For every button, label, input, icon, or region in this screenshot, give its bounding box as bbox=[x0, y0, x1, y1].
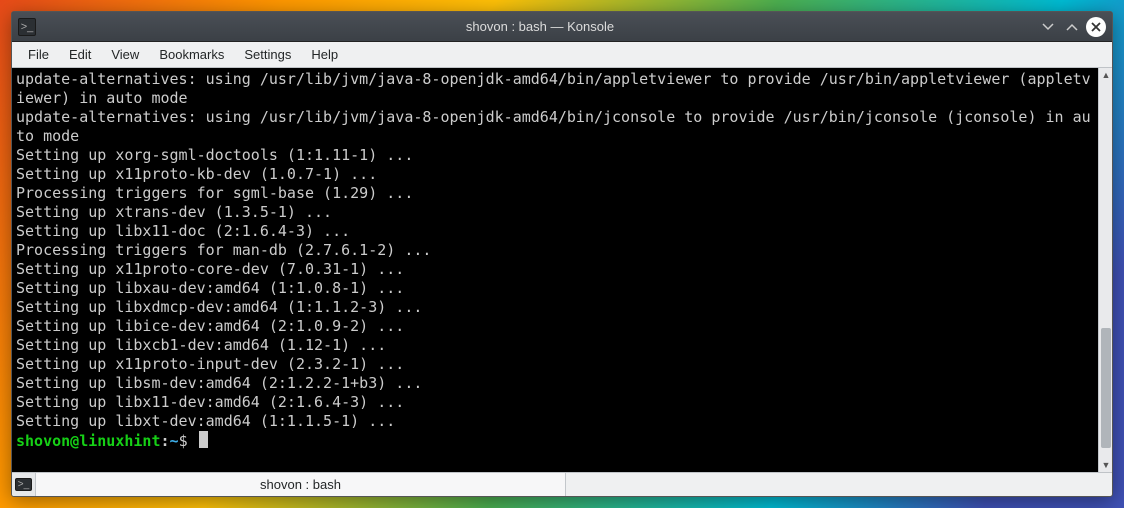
terminal-line: Processing triggers for man-db (2.7.6.1-… bbox=[16, 241, 431, 259]
terminal-line: Setting up xtrans-dev (1.3.5-1) ... bbox=[16, 203, 332, 221]
terminal-line: Setting up libx11-doc (2:1.6.4-3) ... bbox=[16, 222, 350, 240]
terminal-line: Setting up libsm-dev:amd64 (2:1.2.2-1+b3… bbox=[16, 374, 422, 392]
new-tab-button[interactable]: >_ bbox=[12, 473, 36, 496]
menu-settings[interactable]: Settings bbox=[234, 44, 301, 65]
terminal-cursor bbox=[199, 431, 208, 448]
scroll-up-icon[interactable]: ▲ bbox=[1099, 68, 1112, 82]
menu-help[interactable]: Help bbox=[301, 44, 348, 65]
terminal-line: Processing triggers for sgml-base (1.29)… bbox=[16, 184, 413, 202]
close-button[interactable] bbox=[1086, 17, 1106, 37]
terminal-line: Setting up x11proto-input-dev (2.3.2-1) … bbox=[16, 355, 404, 373]
tabbar: >_ shovon : bash bbox=[12, 472, 1112, 496]
menu-edit[interactable]: Edit bbox=[59, 44, 101, 65]
prompt-path: ~ bbox=[170, 432, 179, 450]
menu-bookmarks[interactable]: Bookmarks bbox=[149, 44, 234, 65]
terminal-line: Setting up libxt-dev:amd64 (1:1.1.5-1) .… bbox=[16, 412, 395, 430]
window-controls bbox=[1038, 17, 1106, 37]
menu-file[interactable]: File bbox=[18, 44, 59, 65]
maximize-button[interactable] bbox=[1062, 17, 1082, 37]
terminal-line: Setting up libxcb1-dev:amd64 (1.12-1) ..… bbox=[16, 336, 386, 354]
app-icon: >_ bbox=[18, 18, 36, 36]
terminal-line: Setting up libx11-dev:amd64 (2:1.6.4-3) … bbox=[16, 393, 404, 411]
minimize-button[interactable] bbox=[1038, 17, 1058, 37]
menubar: File Edit View Bookmarks Settings Help bbox=[12, 42, 1112, 68]
terminal-line: Setting up x11proto-core-dev (7.0.31-1) … bbox=[16, 260, 404, 278]
terminal-area: update-alternatives: using /usr/lib/jvm/… bbox=[12, 68, 1112, 472]
terminal-line: Setting up libice-dev:amd64 (2:1.0.9-2) … bbox=[16, 317, 404, 335]
prompt-colon: : bbox=[161, 432, 170, 450]
terminal-icon: >_ bbox=[15, 478, 32, 491]
terminal-line: Setting up libxdmcp-dev:amd64 (1:1.1.2-3… bbox=[16, 298, 422, 316]
terminal-line: Setting up libxau-dev:amd64 (1:1.0.8-1) … bbox=[16, 279, 404, 297]
konsole-window: >_ shovon : bash — Konsole File Edit Vie… bbox=[11, 11, 1113, 497]
scrollbar[interactable]: ▲ ▼ bbox=[1098, 68, 1112, 472]
scroll-thumb[interactable] bbox=[1101, 328, 1111, 448]
terminal-line: Setting up xorg-sgml-doctools (1:1.11-1)… bbox=[16, 146, 413, 164]
scroll-down-icon[interactable]: ▼ bbox=[1099, 458, 1112, 472]
tab-label: shovon : bash bbox=[260, 477, 341, 492]
tab-shovon-bash[interactable]: shovon : bash bbox=[36, 473, 566, 496]
window-title: shovon : bash — Konsole bbox=[42, 19, 1038, 34]
prompt-user-host: shovon@linuxhint bbox=[16, 432, 161, 450]
titlebar[interactable]: >_ shovon : bash — Konsole bbox=[12, 12, 1112, 42]
prompt-symbol: $ bbox=[179, 432, 188, 450]
terminal[interactable]: update-alternatives: using /usr/lib/jvm/… bbox=[12, 68, 1098, 472]
terminal-line: update-alternatives: using /usr/lib/jvm/… bbox=[16, 108, 1091, 145]
terminal-line: Setting up x11proto-kb-dev (1.0.7-1) ... bbox=[16, 165, 377, 183]
terminal-line: update-alternatives: using /usr/lib/jvm/… bbox=[16, 70, 1091, 107]
menu-view[interactable]: View bbox=[101, 44, 149, 65]
